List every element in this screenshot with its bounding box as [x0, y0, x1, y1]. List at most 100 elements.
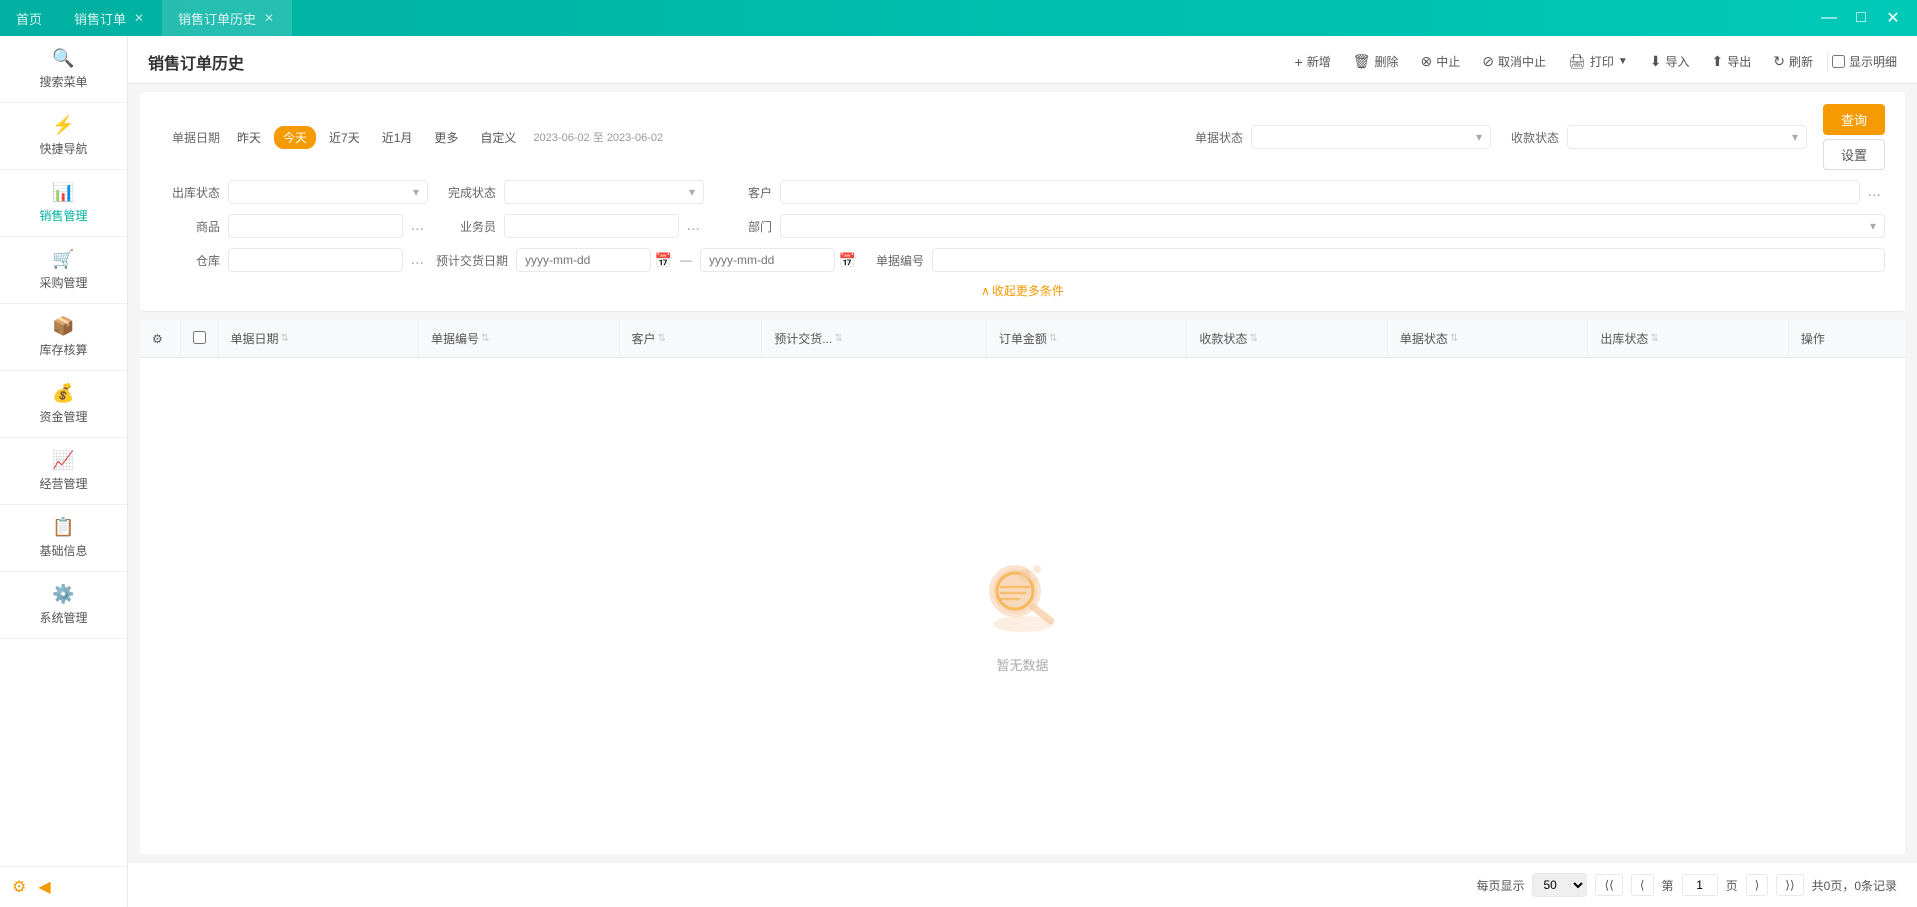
- warehouse-input[interactable]: [228, 248, 403, 272]
- date-separator: —: [676, 253, 696, 267]
- th-voucher-no[interactable]: 单据编号 ⇅: [419, 320, 620, 358]
- receipt-status-select[interactable]: ▾: [1567, 125, 1807, 149]
- date-btn-today[interactable]: 昨天: [228, 126, 270, 149]
- export-button[interactable]: ⬆ 导出: [1701, 48, 1761, 75]
- data-table: ⚙ 单据日期 ⇅ 单据编号: [140, 320, 1905, 358]
- department-select[interactable]: ▾: [780, 214, 1885, 238]
- th-customer[interactable]: 客户 ⇅: [619, 320, 762, 358]
- tab-sales-order-history[interactable]: 销售订单历史 ✕: [162, 0, 292, 36]
- sidebar-item-system-mgmt[interactable]: ⚙️ 系统管理: [0, 572, 127, 639]
- department-control: ▾: [780, 214, 1885, 238]
- print-button[interactable]: 🖨 打印 ▼: [1558, 48, 1638, 75]
- complete-status-select[interactable]: ▾: [504, 180, 704, 204]
- th-out-status-label: 出库状态: [1600, 330, 1648, 347]
- total-text: 共0页，0条记录: [1812, 877, 1897, 894]
- salesman-ellipsis[interactable]: ...: [683, 217, 704, 235]
- import-button[interactable]: ⬇ 导入: [1640, 48, 1700, 75]
- goods-ellipsis[interactable]: ...: [407, 217, 428, 235]
- display-detail-check[interactable]: 显示明细: [1832, 53, 1897, 70]
- refresh-button[interactable]: ↻ 刷新: [1763, 48, 1823, 75]
- prev-page-btn[interactable]: ⟨: [1631, 874, 1654, 896]
- sidebar-collapse-icon[interactable]: ◀: [38, 877, 50, 897]
- per-page-select[interactable]: 50 10 20 100: [1532, 873, 1587, 897]
- voucher-status-select[interactable]: ▾: [1251, 125, 1491, 149]
- sidebar: 🔍 搜索菜单 ⚡ 快捷导航 📊 销售管理 🛒 采购管理 📦 库存核算 💰 资金管…: [0, 36, 128, 907]
- sidebar-item-finance[interactable]: 💰 资金管理: [0, 371, 127, 438]
- voucher-number-control: [932, 248, 1885, 272]
- out-status-select[interactable]: ▾: [228, 180, 428, 204]
- filter-collapse-btn[interactable]: ∧ 收起更多条件: [160, 282, 1885, 299]
- cancel-stop-icon: ⊘: [1482, 53, 1494, 70]
- voucher-date-label: 单据日期: [160, 129, 220, 146]
- date-btn-7days[interactable]: 近7天: [320, 126, 369, 149]
- minimize-btn[interactable]: —: [1817, 6, 1841, 30]
- sidebar-settings-icon[interactable]: ⚙: [12, 877, 26, 897]
- sidebar-item-purchase-mgmt[interactable]: 🛒 采购管理: [0, 237, 127, 304]
- tab-home[interactable]: 首页: [0, 0, 58, 36]
- stop-button[interactable]: ⊗ 中止: [1411, 48, 1471, 75]
- calendar-end-icon[interactable]: 📅: [839, 252, 856, 269]
- sidebar-item-purchase-mgmt-label: 采购管理: [39, 274, 87, 291]
- th-receipt-status[interactable]: 收款状态 ⇅: [1187, 320, 1388, 358]
- display-detail-checkbox[interactable]: [1832, 55, 1845, 68]
- warehouse-ellipsis[interactable]: ...: [407, 251, 428, 269]
- cancel-stop-button[interactable]: ⊘ 取消中止: [1472, 48, 1556, 75]
- th-checkbox[interactable]: [180, 320, 218, 358]
- sort-voucher-no-icon: ⇅: [481, 333, 489, 344]
- maximize-btn[interactable]: □: [1849, 6, 1873, 30]
- receipt-status-control: ▾: [1567, 125, 1807, 149]
- date-btn-30days[interactable]: 近1月: [373, 126, 422, 149]
- page-header: 销售订单历史 + 新增 🗑 删除 ⊗ 中止 ⊘ 取消中止: [128, 36, 1917, 84]
- expected-delivery-end[interactable]: [700, 248, 835, 272]
- sidebar-item-basic-info[interactable]: 📋 基础信息: [0, 505, 127, 572]
- th-expected-delivery[interactable]: 预计交货... ⇅: [762, 320, 987, 358]
- first-page-btn[interactable]: ⟨⟨: [1595, 874, 1622, 896]
- sidebar-item-operations-label: 经营管理: [39, 475, 87, 492]
- voucher-status-dropdown-icon: ▾: [1476, 130, 1482, 144]
- th-voucher-status[interactable]: 单据状态 ⇅: [1387, 320, 1588, 358]
- sidebar-item-operations[interactable]: 📈 经营管理: [0, 438, 127, 505]
- expected-delivery-start[interactable]: [516, 248, 651, 272]
- goods-input[interactable]: [228, 214, 403, 238]
- th-order-amount[interactable]: 订单金额 ⇅: [986, 320, 1187, 358]
- tab-sales-order-history-close[interactable]: ✕: [262, 11, 276, 25]
- sidebar-item-sales-mgmt[interactable]: 📊 销售管理: [0, 170, 127, 237]
- page-number-input[interactable]: [1682, 874, 1718, 896]
- last-page-btn[interactable]: ⟩⟩: [1776, 874, 1803, 896]
- sidebar-item-sales-mgmt-label: 销售管理: [39, 207, 87, 224]
- empty-svg: [973, 539, 1073, 639]
- settings-button[interactable]: 设置: [1823, 139, 1885, 170]
- complete-status-control: ▾: [504, 180, 704, 204]
- calendar-start-icon[interactable]: 📅: [655, 252, 672, 269]
- date-btn-3days[interactable]: 今天: [274, 126, 316, 149]
- add-button[interactable]: + 新增: [1285, 48, 1341, 75]
- sidebar-item-inventory[interactable]: 📦 库存核算: [0, 304, 127, 371]
- out-status-dropdown-icon: ▾: [413, 185, 419, 199]
- sidebar-item-system-mgmt-label: 系统管理: [39, 609, 87, 626]
- voucher-number-input[interactable]: [932, 248, 1885, 272]
- finance-icon: 💰: [52, 383, 74, 404]
- tab-sales-order-close[interactable]: ✕: [132, 11, 146, 25]
- sidebar-item-quick-nav[interactable]: ⚡ 快捷导航: [0, 103, 127, 170]
- next-page-btn[interactable]: ⟩: [1746, 874, 1769, 896]
- delete-button[interactable]: 🗑 删除: [1343, 48, 1409, 75]
- date-btn-more[interactable]: 更多: [425, 126, 467, 149]
- per-page-label: 每页显示: [1476, 877, 1524, 894]
- date-btn-custom[interactable]: 自定义: [471, 126, 525, 149]
- close-btn[interactable]: ✕: [1881, 6, 1905, 30]
- collapse-icon: ∧: [981, 284, 990, 298]
- sidebar-item-search-menu[interactable]: 🔍 搜索菜单: [0, 36, 127, 103]
- tab-sales-order[interactable]: 销售订单 ✕: [58, 0, 162, 36]
- filter-row-3: 商品 ... 业务员 ... 部门 ▾: [160, 214, 1885, 238]
- goods-label: 商品: [160, 218, 220, 235]
- customer-ellipsis[interactable]: ...: [1864, 183, 1885, 201]
- salesman-input[interactable]: [504, 214, 679, 238]
- select-all-checkbox[interactable]: [193, 331, 206, 344]
- query-button[interactable]: 查询: [1823, 104, 1885, 135]
- th-settings[interactable]: ⚙: [140, 320, 180, 358]
- sort-order-amount-icon: ⇅: [1049, 333, 1057, 344]
- customer-input[interactable]: [780, 180, 1860, 204]
- top-bar: 首页 销售订单 ✕ 销售订单历史 ✕ — □ ✕: [0, 0, 1917, 36]
- th-out-status[interactable]: 出库状态 ⇅: [1588, 320, 1789, 358]
- th-voucher-date[interactable]: 单据日期 ⇅: [218, 320, 419, 358]
